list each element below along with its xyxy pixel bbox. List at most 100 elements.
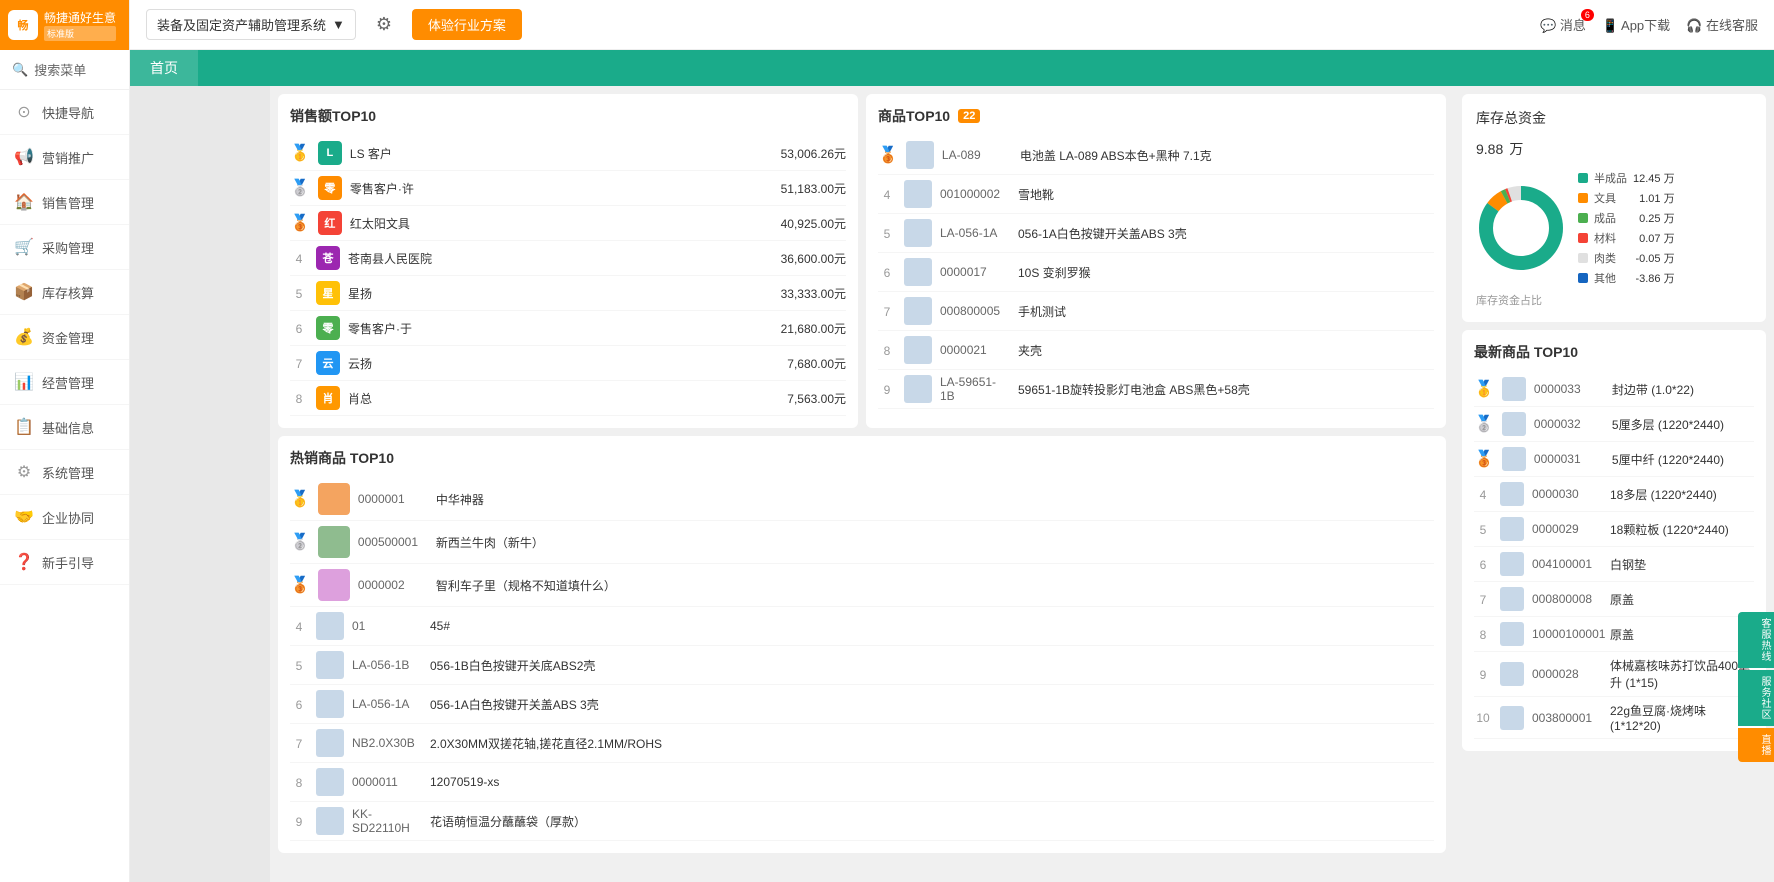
- rank-number: 9: [1474, 668, 1492, 682]
- new-product-row: 5 0000029 18颗粒板 (1220*2440): [1474, 512, 1754, 547]
- rank-medal: 5: [290, 658, 308, 673]
- donut-chart: [1476, 183, 1566, 273]
- sidebar-item-coop[interactable]: 🤝企业协同: [0, 495, 129, 540]
- medal-silver-icon: 🥈: [1474, 416, 1494, 433]
- product-code: 000800005: [940, 304, 1010, 318]
- legend-label: 其他: [1594, 270, 1629, 286]
- customer-name: 星扬: [348, 285, 773, 302]
- settings-button[interactable]: ⚙: [368, 9, 400, 41]
- rank-medal: 8: [1474, 627, 1492, 642]
- sidebar-item-base[interactable]: 📋 基础信息: [0, 405, 129, 450]
- product-name: 封边带 (1.0*22): [1612, 381, 1754, 398]
- product-code: LA-056-1B: [352, 658, 422, 672]
- legend-item: 材料 0.07 万: [1578, 230, 1675, 246]
- message-icon: 💬: [1540, 18, 1556, 33]
- sales-value: 51,183.00元: [781, 180, 846, 197]
- product-name: 电池盖 LA-089 ABS本色+黑种 7.1克: [1020, 147, 1434, 164]
- rank-medal: 6: [878, 265, 896, 280]
- product-name: 花语萌恒温分蘸蘸袋（厚款）: [430, 813, 1434, 830]
- rank-number: 10: [1474, 711, 1492, 725]
- rank-number: 9: [290, 815, 308, 829]
- base-icon: 📋: [14, 417, 34, 437]
- rank-number: 6: [1474, 558, 1492, 572]
- rank-number: 8: [878, 344, 896, 358]
- rank-number: 7: [290, 357, 308, 371]
- product-name: 5厘中纤 (1220*2440): [1612, 451, 1754, 468]
- new-product-row: 7 000800008 原盖: [1474, 582, 1754, 617]
- float-direct-button[interactable]: 直播: [1738, 728, 1774, 762]
- sidebar-item-purchase[interactable]: 🛒采购管理: [0, 225, 129, 270]
- main-area: 装备及固定资产辅助管理系统 ▼ ⚙ 体验行业方案 💬 消息 6 📱 App下载 …: [130, 0, 1774, 882]
- float-service-button[interactable]: 客服热线: [1738, 612, 1774, 668]
- sidebar-item-quick-nav[interactable]: ⊙快捷导航: [0, 90, 129, 135]
- legend-color: [1578, 253, 1588, 263]
- online-service-button[interactable]: 🎧 在线客服: [1686, 15, 1758, 34]
- logo-title: 畅捷通好生意: [44, 9, 116, 26]
- sidebar-item-system[interactable]: ⚙系统管理: [0, 450, 129, 495]
- rank-medal: 9: [290, 814, 308, 829]
- rank-medal: 9: [1474, 667, 1492, 682]
- tab-home[interactable]: 首页: [130, 50, 198, 86]
- product-code: 0000021: [940, 343, 1010, 357]
- product-name: 18多层 (1220*2440): [1610, 486, 1754, 503]
- product-code: 000500001: [358, 535, 428, 549]
- medal-gold-icon: 🥇: [290, 491, 310, 508]
- float-buttons: 客服热线服务社区直播: [1738, 612, 1774, 762]
- customer-avatar: 红: [318, 211, 342, 235]
- legend-label: 肉类: [1594, 250, 1629, 266]
- new-product-icon: [1502, 412, 1526, 436]
- sales-rank-row: 🥈 零 零售客户·许 51,183.00元: [290, 171, 846, 206]
- medal-gold-icon: 🥇: [1474, 381, 1494, 398]
- product-name: 手机测试: [1018, 303, 1434, 320]
- rank-medal: 10: [1474, 710, 1492, 725]
- rank-medal: 7: [1474, 592, 1492, 607]
- sidebar-item-inventory[interactable]: 📦库存核算: [0, 270, 129, 315]
- sales-value: 7,680.00元: [787, 355, 846, 372]
- base-label: 基础信息: [42, 418, 94, 437]
- new-product-icon: [1500, 482, 1524, 506]
- product-name: 056-1B白色按键开关底ABS2壳: [430, 657, 1434, 674]
- product-code: 0000031: [1534, 452, 1604, 466]
- product-rank-row: 9 LA-59651-1B 59651-1B旋转投影灯电池盒 ABS黑色+58壳: [878, 370, 1434, 409]
- new-products-card: 最新商品 TOP10 🥇 0000033 封边带 (1.0*22) 🥈 0000…: [1462, 330, 1766, 751]
- product-name: 18颗粒板 (1220*2440): [1610, 521, 1754, 538]
- rank-medal: 8: [290, 775, 308, 790]
- nav-tabs: 首页: [130, 50, 1774, 86]
- hot-products-list: 🥇 0000001 中华神器 🥈 000500001 新西兰牛肉（新牛） 🥉 0…: [290, 478, 1434, 841]
- new-product-row: 🥈 0000032 5厘多层 (1220*2440): [1474, 407, 1754, 442]
- rank-number: 9: [878, 383, 896, 397]
- search-menu-item[interactable]: 🔍 搜索菜单: [0, 50, 129, 90]
- product-code: KK-SD22110H: [352, 807, 422, 835]
- product-code: 0000011: [352, 775, 422, 789]
- sidebar-item-finance[interactable]: 💰资金管理: [0, 315, 129, 360]
- products-badge: 22: [958, 109, 980, 123]
- rank-medal: 🥈: [290, 532, 310, 552]
- rank-medal: 🥉: [290, 213, 310, 233]
- product-code: 0000017: [940, 265, 1010, 279]
- customer-name: 苍南县人民医院: [348, 250, 773, 267]
- float-community-button[interactable]: 服务社区: [1738, 670, 1774, 726]
- system-icon: ⚙: [14, 462, 34, 482]
- hot-products-title: 热销商品 TOP10: [290, 448, 1434, 468]
- system-selector[interactable]: 装备及固定资产辅助管理系统 ▼: [146, 9, 356, 40]
- rank-medal: 🥇: [1474, 379, 1494, 399]
- search-menu-label: 搜索菜单: [34, 60, 86, 79]
- app-download-button[interactable]: 📱 App下载: [1602, 15, 1670, 34]
- sidebar-item-sales[interactable]: 🏠销售管理: [0, 180, 129, 225]
- legend-color: [1578, 213, 1588, 223]
- sidebar-item-marketing[interactable]: 📢营销推广: [0, 135, 129, 180]
- trial-button[interactable]: 体验行业方案: [412, 9, 522, 40]
- message-button[interactable]: 💬 消息 6: [1540, 15, 1586, 34]
- product-code: 004100001: [1532, 557, 1602, 571]
- rank-medal: 4: [878, 187, 896, 202]
- marketing-label: 营销推广: [42, 148, 94, 167]
- sidebar-item-operations[interactable]: 📊经营管理: [0, 360, 129, 405]
- rank-medal: 4: [290, 619, 308, 634]
- sidebar-item-guide[interactable]: ❓新手引导: [0, 540, 129, 585]
- product-code: 003800001: [1532, 711, 1602, 725]
- legend-item: 成品 0.25 万: [1578, 210, 1675, 226]
- product-thumbnail: [904, 297, 932, 325]
- new-product-row: 4 0000030 18多层 (1220*2440): [1474, 477, 1754, 512]
- new-product-row: 6 004100001 白钢垫: [1474, 547, 1754, 582]
- sales-value: 21,680.00元: [781, 320, 846, 337]
